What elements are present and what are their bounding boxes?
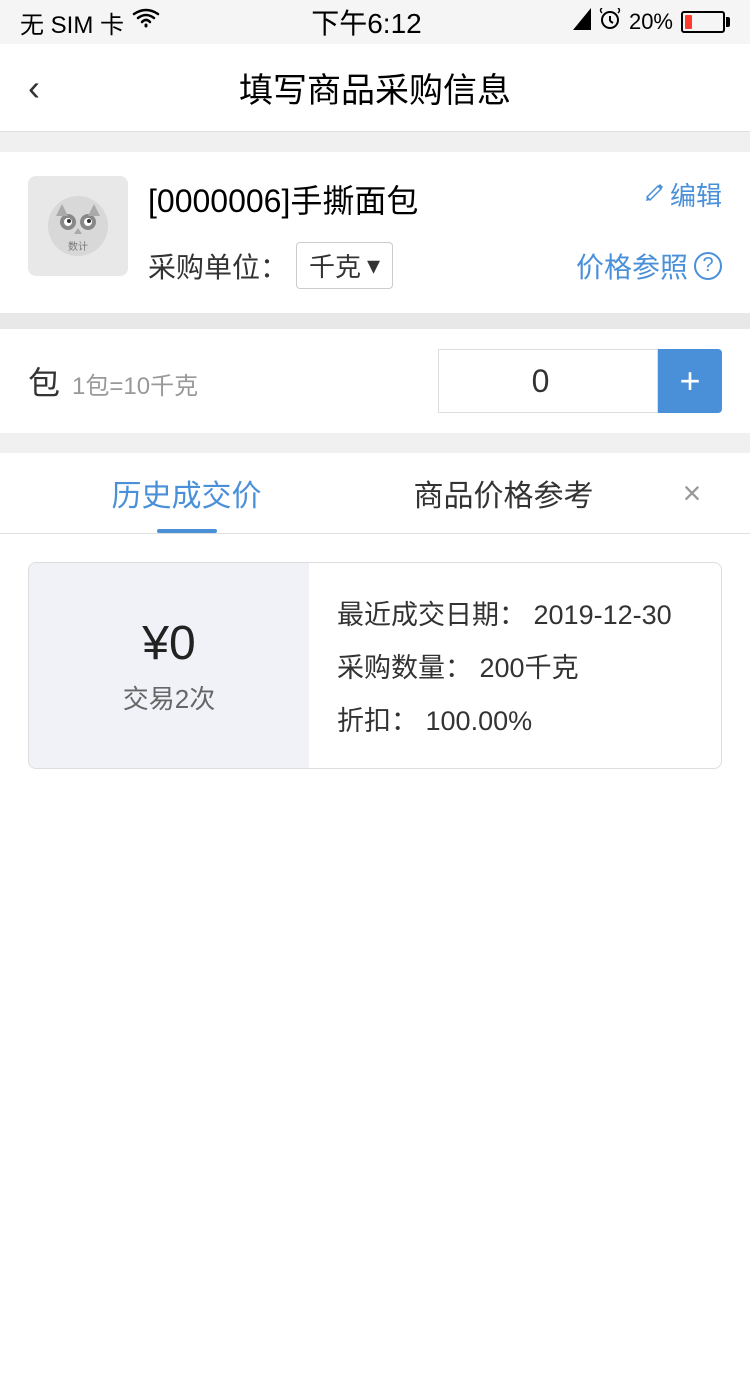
tabs-container: 历史成交价 商品价格参考 × — [0, 453, 750, 534]
tab-history-underline — [157, 529, 217, 533]
tabs-row: 历史成交价 商品价格参考 × — [0, 453, 750, 533]
history-details-section: 最近成交日期： 2019-12-30 采购数量： 200千克 折扣： 100.0… — [309, 563, 721, 768]
discount-label: 折扣： — [337, 706, 418, 736]
location-icon — [573, 8, 591, 36]
unit-value: 千克 — [309, 247, 361, 284]
history-transactions: 交易2次 — [123, 679, 215, 716]
tab-close-button[interactable]: × — [662, 453, 722, 533]
status-bar: 无 SIM 卡 下午6:12 20% — [0, 0, 750, 44]
back-button[interactable]: ‹ — [28, 67, 40, 109]
unit-label: 采购单位： 千克 ▾ — [148, 242, 393, 289]
svg-text:数计: 数计 — [68, 240, 88, 253]
purchase-qty-value: 200千克 — [480, 653, 579, 683]
quantity-label: 包 1包=10千克 — [28, 358, 198, 404]
bottom-fill — [0, 797, 750, 1397]
edit-label: 编辑 — [670, 176, 722, 213]
history-purchase-qty: 采购数量： 200千克 — [337, 646, 693, 685]
status-right: 20% — [573, 8, 730, 36]
tab-reference-label: 商品价格参考 — [414, 471, 594, 515]
tab-history-label: 历史成交价 — [112, 471, 262, 515]
recent-date-value: 2019-12-30 — [534, 600, 672, 630]
edit-button[interactable]: 编辑 — [644, 176, 722, 213]
quantity-row: 包 1包=10千克 + — [0, 329, 750, 433]
history-recent-date: 最近成交日期： 2019-12-30 — [337, 593, 693, 632]
sim-label: 无 SIM 卡 — [20, 5, 124, 40]
price-reference-button[interactable]: 价格参照 ? — [576, 246, 722, 286]
alarm-icon — [599, 8, 621, 36]
battery-percent: 20% — [629, 9, 673, 35]
page-title: 填写商品采购信息 — [239, 63, 511, 112]
purchase-qty-label: 采购数量： — [337, 653, 472, 683]
recent-date-label: 最近成交日期： — [337, 600, 526, 630]
unit-select[interactable]: 千克 ▾ — [296, 242, 393, 289]
history-price: ¥0 — [142, 616, 195, 671]
history-discount: 折扣： 100.00% — [337, 699, 693, 738]
product-name: [0000006]手撕面包 — [148, 176, 418, 222]
history-card: ¥0 交易2次 最近成交日期： 2019-12-30 采购数量： 200千克 折… — [28, 562, 722, 769]
nav-bar: ‹ 填写商品采购信息 — [0, 44, 750, 132]
product-details: [0000006]手撕面包 编辑 采购单位： — [148, 176, 722, 289]
product-image: 数计 — [28, 176, 128, 276]
quantity-input-group: + — [438, 349, 722, 413]
question-icon: ? — [694, 252, 722, 280]
status-left: 无 SIM 卡 — [20, 5, 160, 40]
dropdown-icon: ▾ — [367, 250, 380, 281]
quantity-unit: 包 — [28, 358, 60, 404]
product-card: 数计 [0000006]手撕面包 编辑 — [0, 152, 750, 313]
edit-icon — [644, 179, 666, 210]
history-price-section: ¥0 交易2次 — [29, 563, 309, 768]
battery-icon — [681, 11, 730, 33]
tab-reference[interactable]: 商品价格参考 — [345, 453, 662, 533]
divider — [0, 313, 750, 329]
quantity-input[interactable] — [438, 349, 658, 413]
discount-value: 100.00% — [426, 706, 533, 736]
quantity-conversion: 1包=10千克 — [72, 366, 198, 401]
tab-history[interactable]: 历史成交价 — [28, 453, 345, 533]
price-ref-label: 价格参照 — [576, 246, 688, 286]
quantity-plus-button[interactable]: + — [658, 349, 722, 413]
wifi-icon — [132, 8, 160, 37]
status-time: 下午6:12 — [311, 2, 422, 42]
history-panel: ¥0 交易2次 最近成交日期： 2019-12-30 采购数量： 200千克 折… — [0, 534, 750, 797]
